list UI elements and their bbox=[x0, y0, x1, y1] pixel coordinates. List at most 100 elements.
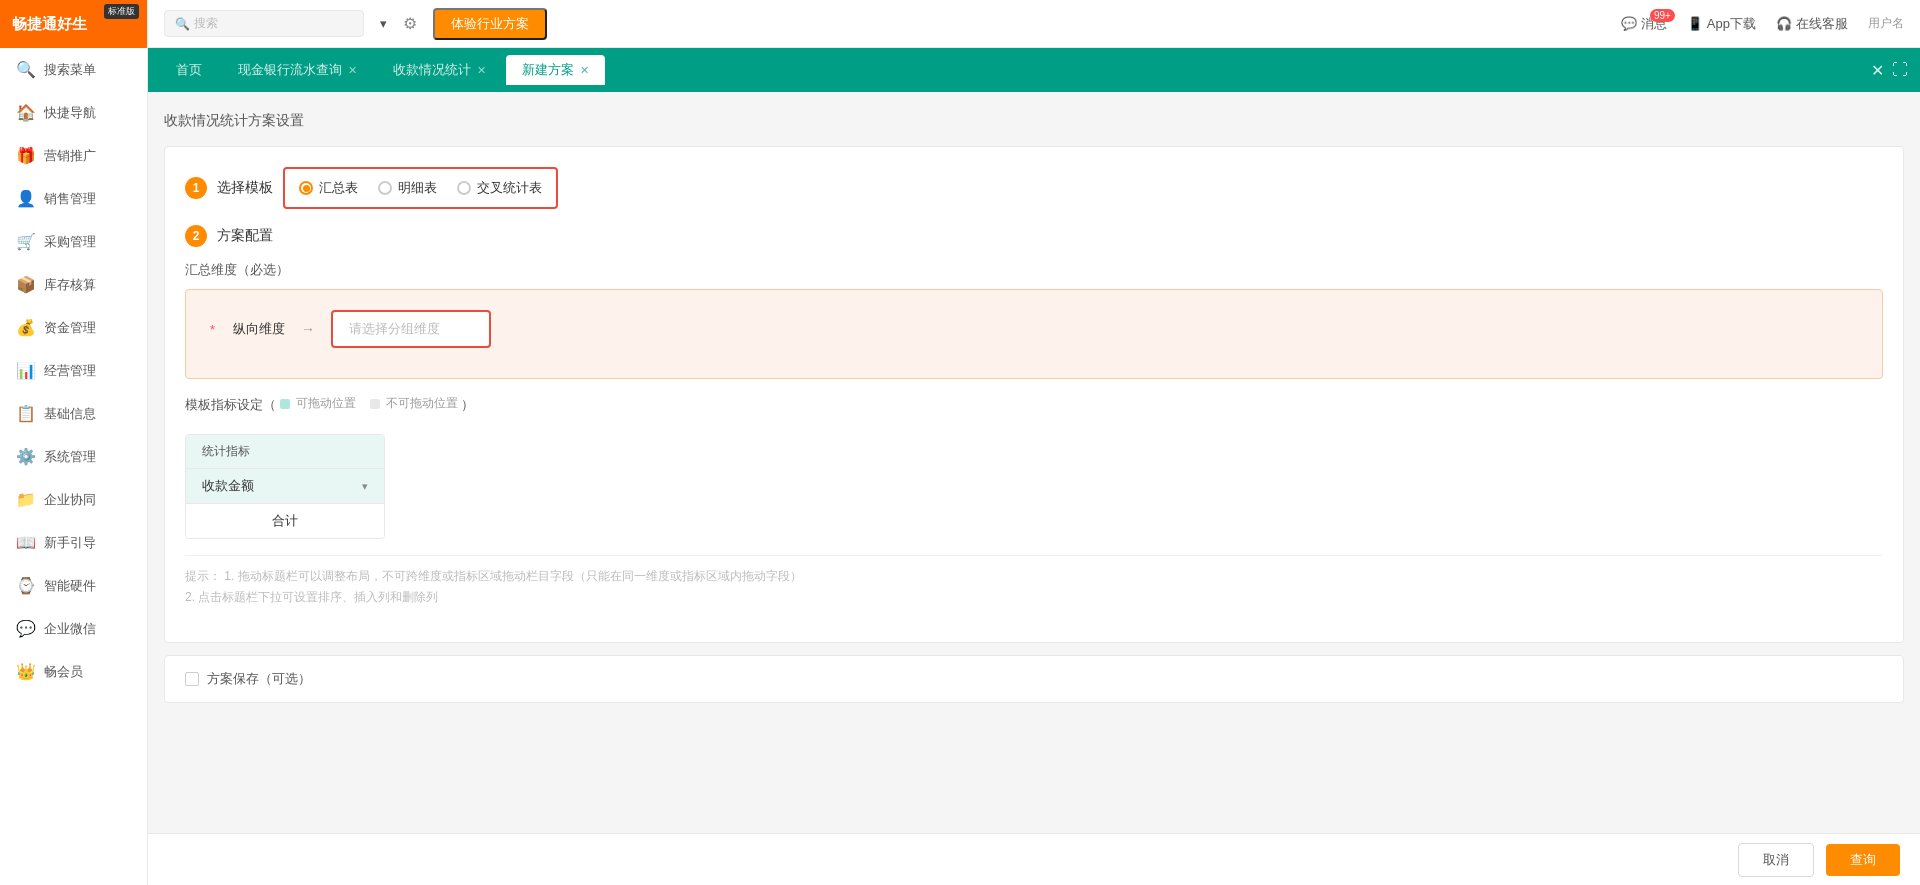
radio-summary[interactable]: 汇总表 bbox=[299, 179, 358, 197]
indicator-table: 统计指标 收款金额 ▾ 合计 bbox=[185, 434, 385, 539]
fixed-label: 不可拖动位置 bbox=[386, 395, 458, 412]
dimension-area: * 纵向维度 → 请选择分组维度 bbox=[185, 289, 1883, 379]
tab-new-plan[interactable]: 新建方案 ✕ bbox=[506, 55, 605, 85]
tab-new-plan-close[interactable]: ✕ bbox=[580, 64, 589, 77]
main-area: 🔍 搜索 ▾ ⚙ 体验行业方案 💬 消息 99+ 📱 App下载 🎧 在线客服 … bbox=[148, 0, 1920, 885]
user-icon: 👤 bbox=[16, 189, 36, 208]
step1-header: 1 选择模板 汇总表 明细表 交叉统计表 bbox=[185, 167, 1883, 209]
dimension-select[interactable]: 请选择分组维度 bbox=[331, 310, 491, 348]
save-label: 方案保存（可选） bbox=[207, 670, 311, 688]
topbar-search-box[interactable]: 🔍 搜索 bbox=[164, 10, 364, 37]
tabbar-actions: ✕ ⛶ bbox=[1871, 61, 1908, 80]
money-icon: 💰 bbox=[16, 318, 36, 337]
dropdown-arrow-icon[interactable]: ▾ bbox=[362, 480, 368, 493]
tip-line-2: 2. 点击标题栏下拉可设置排序、插入列和删除列 bbox=[185, 589, 1883, 606]
indicator-header: 模板指标设定（ 可拖动位置 不可拖动位置 ） bbox=[185, 395, 1883, 424]
clipboard-icon: 📋 bbox=[16, 404, 36, 423]
sidebar-item-operations[interactable]: 📊 经营管理 bbox=[0, 349, 147, 392]
dimension-placeholder: 请选择分组维度 bbox=[349, 321, 440, 336]
watch-icon: ⌚ bbox=[16, 576, 36, 595]
book-icon: 📖 bbox=[16, 533, 36, 552]
logo-text: 畅捷通好生 bbox=[12, 15, 87, 34]
vertical-dimension-label: 纵向维度 bbox=[233, 320, 285, 338]
indicator-table-header: 统计指标 bbox=[186, 435, 384, 469]
radio-detail[interactable]: 明细表 bbox=[378, 179, 437, 197]
topbar-right: 💬 消息 99+ 📱 App下载 🎧 在线客服 用户名 bbox=[1621, 15, 1904, 33]
topbar: 🔍 搜索 ▾ ⚙ 体验行业方案 💬 消息 99+ 📱 App下载 🎧 在线客服 … bbox=[148, 0, 1920, 48]
tabbar: 首页 现金银行流水查询 ✕ 收款情况统计 ✕ 新建方案 ✕ ✕ ⛶ bbox=[148, 48, 1920, 92]
user-info: 用户名 bbox=[1868, 15, 1904, 32]
sidebar-label-quick-nav: 快捷导航 bbox=[44, 104, 96, 122]
close-all-tabs-icon[interactable]: ✕ bbox=[1871, 61, 1884, 80]
service-button[interactable]: 🎧 在线客服 bbox=[1776, 15, 1848, 33]
sidebar-item-marketing[interactable]: 🎁 营销推广 bbox=[0, 134, 147, 177]
message-icon: 💬 bbox=[1621, 16, 1637, 31]
download-button[interactable]: 📱 App下载 bbox=[1687, 15, 1756, 33]
required-star: * bbox=[210, 322, 215, 337]
footer: 取消 查询 bbox=[148, 833, 1920, 885]
sidebar-label-sales: 销售管理 bbox=[44, 190, 96, 208]
step2-num: 2 bbox=[185, 225, 207, 247]
maximize-icon[interactable]: ⛶ bbox=[1892, 61, 1908, 79]
indicator-total: 合计 bbox=[186, 504, 384, 538]
sidebar-label-inventory: 库存核算 bbox=[44, 276, 96, 294]
tab-home-label: 首页 bbox=[176, 61, 202, 79]
indicator-cell-label: 收款金额 bbox=[202, 477, 254, 495]
tab-cashflow[interactable]: 现金银行流水查询 ✕ bbox=[222, 55, 373, 85]
sidebar-label-wechat-biz: 企业微信 bbox=[44, 620, 96, 638]
sidebar-item-finance[interactable]: 💰 资金管理 bbox=[0, 306, 147, 349]
draggable-label: 可拖动位置 bbox=[296, 395, 356, 412]
sidebar-item-purchase[interactable]: 🛒 采购管理 bbox=[0, 220, 147, 263]
chat-icon: 💬 bbox=[16, 619, 36, 638]
sidebar-item-system[interactable]: ⚙️ 系统管理 bbox=[0, 435, 147, 478]
step1-num: 1 bbox=[185, 177, 207, 199]
sidebar-label-system: 系统管理 bbox=[44, 448, 96, 466]
sidebar-item-basic-info[interactable]: 📋 基础信息 bbox=[0, 392, 147, 435]
sidebar-label-smart-hw: 智能硬件 bbox=[44, 577, 96, 595]
radio-cross-label: 交叉统计表 bbox=[477, 179, 542, 197]
messages-button[interactable]: 💬 消息 99+ bbox=[1621, 15, 1667, 33]
sidebar-item-sales[interactable]: 👤 销售管理 bbox=[0, 177, 147, 220]
indicator-cell-amount[interactable]: 收款金额 ▾ bbox=[186, 469, 384, 504]
trial-button[interactable]: 体验行业方案 bbox=[433, 8, 547, 40]
cart-icon: 🛒 bbox=[16, 232, 36, 251]
topbar-gear-icon[interactable]: ⚙ bbox=[403, 14, 417, 33]
topbar-dropdown[interactable]: ▾ bbox=[380, 16, 387, 31]
tab-new-plan-label: 新建方案 bbox=[522, 61, 574, 79]
sidebar-label-vip: 畅会员 bbox=[44, 663, 83, 681]
save-checkbox[interactable] bbox=[185, 672, 199, 686]
tab-cashflow-close[interactable]: ✕ bbox=[348, 64, 357, 77]
query-button[interactable]: 查询 bbox=[1826, 844, 1900, 876]
tab-home[interactable]: 首页 bbox=[160, 55, 218, 85]
sidebar-item-guide[interactable]: 📖 新手引导 bbox=[0, 521, 147, 564]
sidebar-item-vip[interactable]: 👑 畅会员 bbox=[0, 650, 147, 693]
radio-dot-cross bbox=[457, 181, 471, 195]
messages-badge: 99+ bbox=[1650, 9, 1675, 22]
template-options-group: 汇总表 明细表 交叉统计表 bbox=[283, 167, 558, 209]
sidebar-item-inventory[interactable]: 📦 库存核算 bbox=[0, 263, 147, 306]
arrow-right-icon: → bbox=[301, 321, 315, 337]
tips-section: 提示： 1. 拖动标题栏可以调整布局，不可跨维度或指标区域拖动栏目字段（只能在同… bbox=[185, 555, 1883, 606]
step1-section: 1 选择模板 汇总表 明细表 交叉统计表 bbox=[185, 167, 1883, 209]
sidebar-label-guide: 新手引导 bbox=[44, 534, 96, 552]
sidebar-item-quick-nav[interactable]: 🏠 快捷导航 bbox=[0, 91, 147, 134]
tab-collection-stats-close[interactable]: ✕ bbox=[477, 64, 486, 77]
radio-dot-detail bbox=[378, 181, 392, 195]
vertical-dimension-row: * 纵向维度 → 请选择分组维度 bbox=[210, 310, 1858, 348]
tab-collection-stats[interactable]: 收款情况统计 ✕ bbox=[377, 55, 502, 85]
sidebar-item-search-menu[interactable]: 🔍 搜索菜单 bbox=[0, 48, 147, 91]
cancel-button[interactable]: 取消 bbox=[1738, 843, 1814, 877]
step1-title: 选择模板 bbox=[217, 179, 273, 197]
chevron-down-icon: ▾ bbox=[380, 16, 387, 31]
radio-cross[interactable]: 交叉统计表 bbox=[457, 179, 542, 197]
logo-badge: 标准版 bbox=[104, 4, 139, 19]
sidebar-item-smart-hw[interactable]: ⌚ 智能硬件 bbox=[0, 564, 147, 607]
sidebar-item-wechat-biz[interactable]: 💬 企业微信 bbox=[0, 607, 147, 650]
crown-icon: 👑 bbox=[16, 662, 36, 681]
chart-icon: 📊 bbox=[16, 361, 36, 380]
dimension-title: 汇总维度（必选） bbox=[185, 261, 1883, 279]
gift-icon: 🎁 bbox=[16, 146, 36, 165]
sidebar-item-enterprise-coop[interactable]: 📁 企业协同 bbox=[0, 478, 147, 521]
indicator-title-text: 模板指标设定（ bbox=[185, 397, 276, 412]
tab-cashflow-label: 现金银行流水查询 bbox=[238, 61, 342, 79]
